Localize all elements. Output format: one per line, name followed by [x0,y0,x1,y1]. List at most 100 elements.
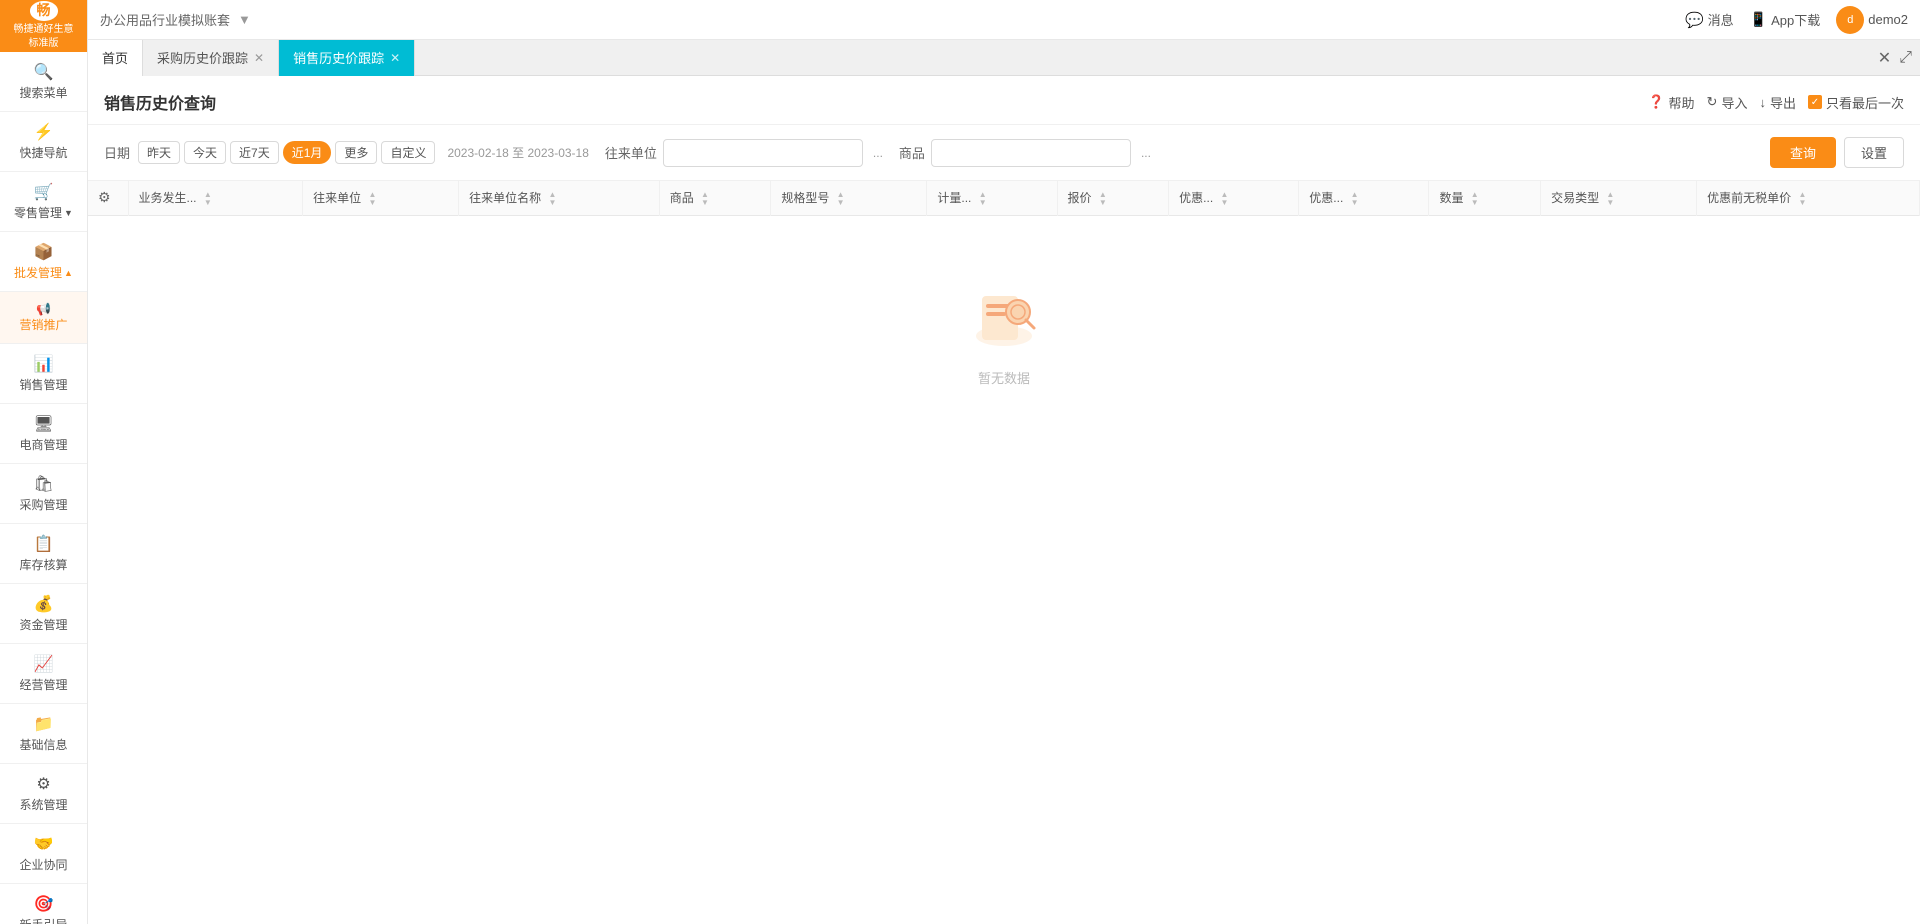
sort-icons: ▲▼ [837,191,845,207]
chevron-up-icon: ▲ [64,268,73,278]
import-btn[interactable]: ↻ 导入 [1707,93,1748,112]
help-btn[interactable]: ❓ 帮助 [1648,93,1694,112]
col-spec[interactable]: 规格型号 ▲▼ [771,181,927,215]
sidebar-item-label: 营销推广 [8,316,79,333]
col-qty[interactable]: 数量 ▲▼ [1429,181,1541,215]
sidebar-item-label: 基础信息 [4,736,83,753]
sort-icons: ▲▼ [204,191,212,207]
sidebar-item-label: 新手引导 [4,916,83,924]
sort-icons: ▲▼ [701,191,709,207]
sidebar: 畅 畅捷通好生意 标准版 🔍 搜索菜单 ⚡ 快捷导航 🛒 零售管理 ▼ 📦 批发… [0,0,88,924]
user-profile-btn[interactable]: d demo2 [1836,6,1908,34]
message-label: 消息 [1708,10,1734,29]
retail-icon: 🛒 [4,182,83,202]
col-biz-date[interactable]: 业务发生... ▲▼ [128,181,303,215]
col-spec-label: 规格型号 [781,191,829,205]
col-unit[interactable]: 计量... ▲▼ [927,181,1057,215]
col-no-tax-price-label: 优惠前无税单价 [1707,191,1791,205]
sidebar-item-marketing[interactable]: 📢 营销推广 [0,292,87,344]
col-partner-code[interactable]: 往来单位 ▲▼ [303,181,459,215]
basic-icon: 📁 [4,714,83,734]
partner-filter: 往来单位 ... [605,139,883,167]
empty-state: 暂无数据 [88,216,1920,447]
checkbox-icon: ✓ [1808,95,1822,109]
sidebar-item-finance[interactable]: 💰 资金管理 [0,584,87,644]
sidebar-item-sales-mgmt[interactable]: 📊 销售管理 [0,344,87,404]
data-table: ⚙ 业务发生... ▲▼ 往来单位 ▲▼ 往来单位名称 ▲▼ [88,181,1920,216]
col-settings: ⚙ [88,181,128,215]
date-btn-today[interactable]: 今天 [184,141,226,164]
export-icon: ↓ [1759,95,1766,110]
sidebar-item-operations[interactable]: 📈 经营管理 [0,644,87,704]
company-selector-label: 办公用品行业模拟账套 [100,10,230,29]
tab-home-label: 首页 [102,48,128,67]
date-label: 日期 [104,143,130,162]
sort-icons: ▲▼ [549,191,557,207]
col-qty-label: 数量 [1439,191,1463,205]
sidebar-item-search[interactable]: 🔍 搜索菜单 [0,52,87,112]
operations-icon: 📈 [4,654,83,674]
tab-purchase[interactable]: 采购历史价跟踪 ✕ [143,40,279,76]
col-quote[interactable]: 报价 ▲▼ [1057,181,1169,215]
sidebar-item-guide[interactable]: 🎯 新手引导 [0,884,87,924]
app-download-btn[interactable]: 📱 App下载 [1750,10,1821,29]
search-button[interactable]: 查询 [1770,137,1836,168]
sidebar-item-label: 销售管理 [4,376,83,393]
export-btn[interactable]: ↓ 导出 [1759,93,1796,112]
sidebar-item-inventory[interactable]: 📋 库存核算 [0,524,87,584]
sort-icons: ▲▼ [979,191,987,207]
date-btn-more[interactable]: 更多 [335,141,377,164]
only-last-checkbox[interactable]: ✓ 只看最后一次 [1808,93,1904,112]
tab-home[interactable]: 首页 [88,40,143,76]
sidebar-item-retail[interactable]: 🛒 零售管理 ▼ [0,172,87,232]
settings-button[interactable]: 设置 [1844,137,1904,168]
tab-sales[interactable]: 销售历史价跟踪 ✕ [279,40,415,76]
col-trade-type[interactable]: 交易类型 ▲▼ [1541,181,1697,215]
inventory-icon: 📋 [4,534,83,554]
table-header-row: ⚙ 业务发生... ▲▼ 往来单位 ▲▼ 往来单位名称 ▲▼ [88,181,1920,215]
sidebar-item-ecommerce[interactable]: 🖥 电商管理 [0,404,87,464]
sidebar-item-wholesale[interactable]: 📦 批发管理 ▲ [0,232,87,292]
col-no-tax-price[interactable]: 优惠前无税单价 ▲▼ [1697,181,1920,215]
col-goods[interactable]: 商品 ▲▼ [659,181,771,215]
system-icon: ⚙ [4,774,83,794]
sidebar-item-enterprise[interactable]: 🤝 企业协同 [0,824,87,884]
message-btn[interactable]: 💬 消息 [1685,10,1734,29]
partner-input[interactable] [663,139,863,167]
company-selector-arrow[interactable]: ▼ [238,12,251,27]
sidebar-item-label: 采购管理 [4,496,83,513]
ecommerce-icon: 🖥 [4,414,83,434]
tab-sales-close[interactable]: ✕ [390,51,400,65]
sidebar-item-basic[interactable]: 📁 基础信息 [0,704,87,764]
tab-close-all-btn[interactable]: ✕ [1878,48,1891,68]
sort-icons: ▲▼ [1799,191,1807,207]
goods-filter: 商品 ... [899,139,1151,167]
app-logo[interactable]: 畅 畅捷通好生意 标准版 [0,0,87,52]
filter-bar: 日期 昨天 今天 近7天 近1月 更多 自定义 2023-02-18 至 202… [88,125,1920,181]
tab-purchase-close[interactable]: ✕ [254,51,264,65]
col-unit-label: 计量... [937,191,971,205]
goods-input[interactable] [931,139,1131,167]
sidebar-item-purchase[interactable]: 🛍 采购管理 [0,464,87,524]
date-buttons: 昨天 今天 近7天 近1月 更多 自定义 [138,141,435,164]
sidebar-item-label: 企业协同 [4,856,83,873]
main-area: 办公用品行业模拟账套 ▼ 💬 消息 📱 App下载 d demo2 首页 [88,0,1920,924]
col-discount1[interactable]: 优惠... ▲▼ [1169,181,1299,215]
date-btn-7days[interactable]: 近7天 [230,141,279,164]
sort-icons: ▲▼ [368,191,376,207]
guide-icon: 🎯 [4,894,83,914]
page-title: 销售历史价查询 [104,90,216,114]
col-discount2[interactable]: 优惠... ▲▼ [1299,181,1429,215]
tab-fullscreen-btn[interactable]: ⤢ [1899,49,1912,67]
date-btn-yesterday[interactable]: 昨天 [138,141,180,164]
sidebar-item-system[interactable]: ⚙ 系统管理 [0,764,87,824]
import-label: 导入 [1721,93,1747,112]
sidebar-item-quick-nav[interactable]: ⚡ 快捷导航 [0,112,87,172]
gear-icon[interactable]: ⚙ [98,189,111,205]
date-btn-1month[interactable]: 近1月 [283,141,332,164]
col-quote-label: 报价 [1068,191,1092,205]
date-filter-group: 日期 昨天 今天 近7天 近1月 更多 自定义 2023-02-18 至 202… [104,141,589,164]
date-btn-custom[interactable]: 自定义 [381,141,435,164]
col-partner-name[interactable]: 往来单位名称 ▲▼ [459,181,660,215]
purchase-icon: 🛍 [4,474,83,494]
